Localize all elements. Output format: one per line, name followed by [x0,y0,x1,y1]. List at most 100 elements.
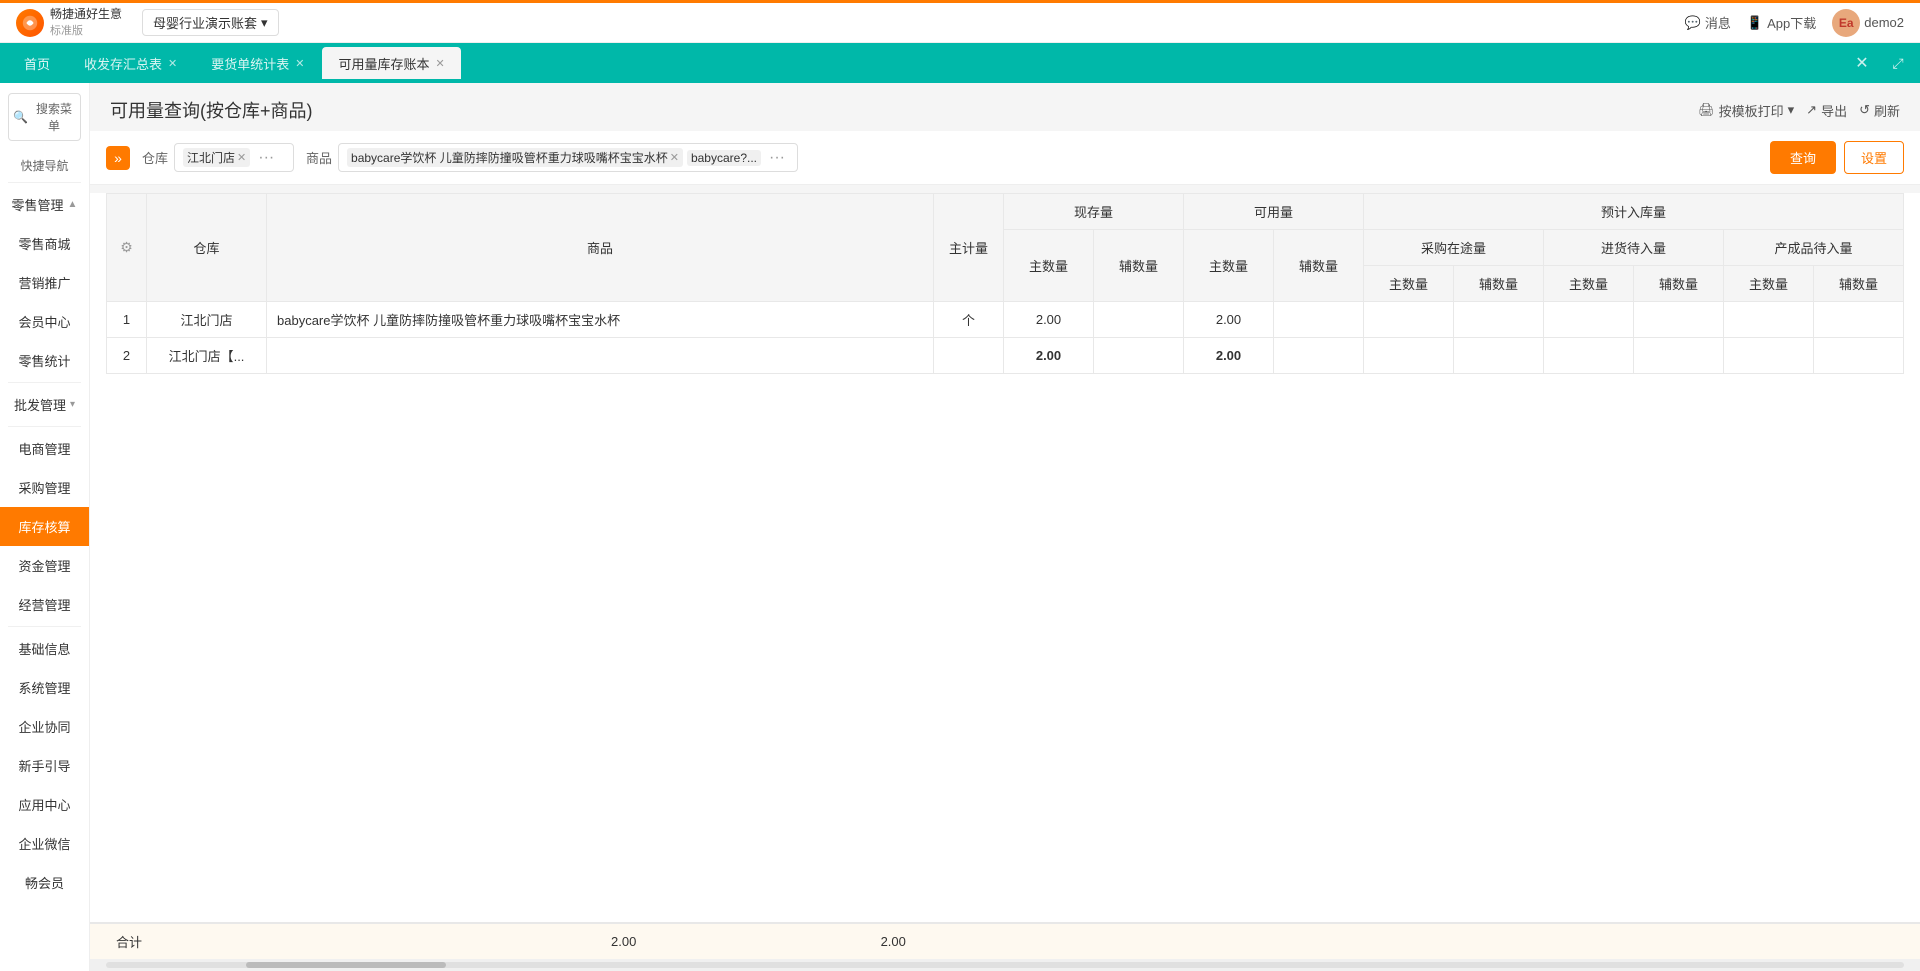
sidebar-item-marketing-label: 营销推广 [18,273,70,292]
warehouse-tag-remove[interactable]: ✕ [237,151,246,164]
sidebar-item-retail-shop-label: 零售商城 [18,234,70,253]
sidebar-item-basic-info[interactable]: 基础信息 [0,629,89,668]
sidebar-item-retail-shop[interactable]: 零售商城 [0,224,89,263]
logo-text-area: 畅捷通好生意 标准版 [50,7,122,39]
tab-home-label: 首页 [24,54,50,73]
query-button[interactable]: 查询 [1770,141,1836,174]
tab-order-stats-close[interactable]: ✕ [295,57,304,70]
row2-avail-sub [1274,338,1364,374]
chevron-icon: ▲ [68,199,78,210]
sidebar-item-new-guide[interactable]: 新手引导 [0,746,89,785]
warehouse-value-box[interactable]: 江北门店 ✕ ··· [174,143,294,172]
th-product-main: 主数量 [1724,266,1814,302]
sidebar-divider-1 [8,182,81,183]
th-purchase-sub: 辅数量 [1454,266,1544,302]
user-profile[interactable]: Ea demo2 [1832,9,1904,37]
scrollbar-track[interactable] [106,962,1904,968]
warehouse-more[interactable]: ··· [254,149,278,167]
tab-order-stats[interactable]: 要货单统计表 ✕ [195,47,320,79]
sidebar-item-ecommerce[interactable]: 电商管理 [0,429,89,468]
tab-home[interactable]: 首页 [8,47,66,79]
product-more[interactable]: ··· [765,149,789,167]
industry-selector[interactable]: 母婴行业演示账套 ▾ [142,9,279,36]
sidebar-search-area: 🔍 搜索菜单 [0,83,89,151]
sidebar-item-ops[interactable]: 经营管理 [0,585,89,624]
settings-icon[interactable]: ⚙ [120,239,133,255]
sidebar-divider-3 [8,426,81,427]
row2-stock-sub [1094,338,1184,374]
sidebar-item-enterprise-wechat-label: 企业微信 [18,834,70,853]
top-bar-left: 畅捷通好生意 标准版 母婴行业演示账套 ▾ [16,7,279,39]
sidebar-item-retail-mgmt[interactable]: 零售管理 ▲ [0,185,89,224]
th-settings: ⚙ [107,194,147,302]
print-button[interactable]: 🖨 按模板打印 ▾ [1698,101,1794,120]
warehouse-tag: 江北门店 ✕ [183,148,250,167]
tab-receive-send[interactable]: 收发存汇总表 ✕ [68,47,193,79]
sidebar-item-retail-mgmt-label: 零售管理 [12,195,64,214]
th-arrived-sub: 辅数量 [1634,266,1724,302]
sidebar-item-inventory-label: 库存核算 [18,517,70,536]
sidebar-search-button[interactable]: 🔍 搜索菜单 [8,93,81,141]
sidebar-item-member[interactable]: 会员中心 [0,302,89,341]
refresh-icon: ↺ [1859,102,1870,118]
th-purchase-in-group: 采购在途量 [1364,230,1544,266]
product-value-box[interactable]: babycare学饮杯 儿童防摔防撞吸管杯重力球吸嘴杯宝宝水杯 ✕ babyca… [338,143,798,172]
scrollbar-thumb[interactable] [246,962,446,968]
app-download-btn[interactable]: 📱 App下载 [1747,13,1816,32]
footer-total: 合计 2.00 2.00 [90,922,1920,959]
th-avail-main: 主数量 [1184,230,1274,302]
tab-available-stock[interactable]: 可用量库存账本 ✕ [322,47,460,79]
page-title: 可用量查询(按仓库+商品) [110,97,313,123]
expand-icon: » [114,150,122,166]
tab-receive-send-close[interactable]: ✕ [168,57,177,70]
refresh-label: 刷新 [1874,101,1900,120]
sidebar-item-finance-label: 资金管理 [18,556,70,575]
logo-text: 畅捷通好生意 [50,7,122,23]
nav-expand-button[interactable]: ⤢ [1884,49,1912,77]
product-tag-1-remove[interactable]: ✕ [670,151,679,164]
export-button[interactable]: ↗ 导出 [1806,101,1847,120]
nav-close-button[interactable]: ✕ [1848,49,1876,77]
th-product-sub: 辅数量 [1814,266,1904,302]
row1-product-main [1724,302,1814,338]
sidebar-item-app-center[interactable]: 应用中心 [0,785,89,824]
main-layout: 🔍 搜索菜单 快捷导航 零售管理 ▲ 零售商城 营销推广 会员中心 零售统计 批… [0,83,1920,971]
row2-avail-main: 2.00 [1184,338,1274,374]
chevron-down-print: ▾ [1788,102,1795,118]
message-icon: 💬 [1685,15,1701,31]
footer-avail-sub [961,934,1096,949]
sidebar-item-purchase[interactable]: 采购管理 [0,468,89,507]
footer-stock-sub [691,934,826,949]
row1-arrived-main [1544,302,1634,338]
row1-avail-main: 2.00 [1184,302,1274,338]
th-arrived-main: 主数量 [1544,266,1634,302]
page-header: 可用量查询(按仓库+商品) 🖨 按模板打印 ▾ ↗ 导出 ↺ 刷新 [90,83,1920,131]
sidebar: 🔍 搜索菜单 快捷导航 零售管理 ▲ 零售商城 营销推广 会员中心 零售统计 批… [0,83,90,971]
footer-spacer-right [1095,934,1904,949]
sidebar-item-finance[interactable]: 资金管理 [0,546,89,585]
row2-product-sub [1814,338,1904,374]
sidebar-item-enterprise-wechat[interactable]: 企业微信 [0,824,89,863]
filter-expand-button[interactable]: » [106,146,130,170]
sidebar-item-enterprise-collab-label: 企业协同 [18,717,70,736]
sidebar-item-system[interactable]: 系统管理 [0,668,89,707]
sidebar-item-wholesale[interactable]: 批发管理 ▾ [0,385,89,424]
row1-stock-main: 2.00 [1004,302,1094,338]
th-arrived-wait-group: 进货待入量 [1544,230,1724,266]
settings-button[interactable]: 设置 [1844,141,1904,174]
sidebar-item-inventory[interactable]: 库存核算 [0,507,89,546]
sidebar-item-retail-stats[interactable]: 零售统计 [0,341,89,380]
tab-available-stock-close[interactable]: ✕ [436,57,445,70]
product-tag-2-text: babycare?... [691,151,757,165]
main-table: ⚙ 仓库 商品 主计量 现存量 可用量 预计入库量 主数量 辅数量 主数量 辅数… [106,193,1904,374]
sidebar-item-vip-label: 畅会员 [25,873,64,892]
messages-btn[interactable]: 💬 消息 [1685,13,1731,32]
refresh-button[interactable]: ↺ 刷新 [1859,101,1900,120]
sidebar-item-vip[interactable]: 畅会员 [0,863,89,902]
sidebar-quick-nav[interactable]: 快捷导航 [0,151,89,180]
sidebar-item-basic-info-label: 基础信息 [18,639,70,658]
th-stock-main: 主数量 [1004,230,1094,302]
sidebar-item-system-label: 系统管理 [18,678,70,697]
sidebar-item-marketing[interactable]: 营销推广 [0,263,89,302]
sidebar-item-enterprise-collab[interactable]: 企业协同 [0,707,89,746]
